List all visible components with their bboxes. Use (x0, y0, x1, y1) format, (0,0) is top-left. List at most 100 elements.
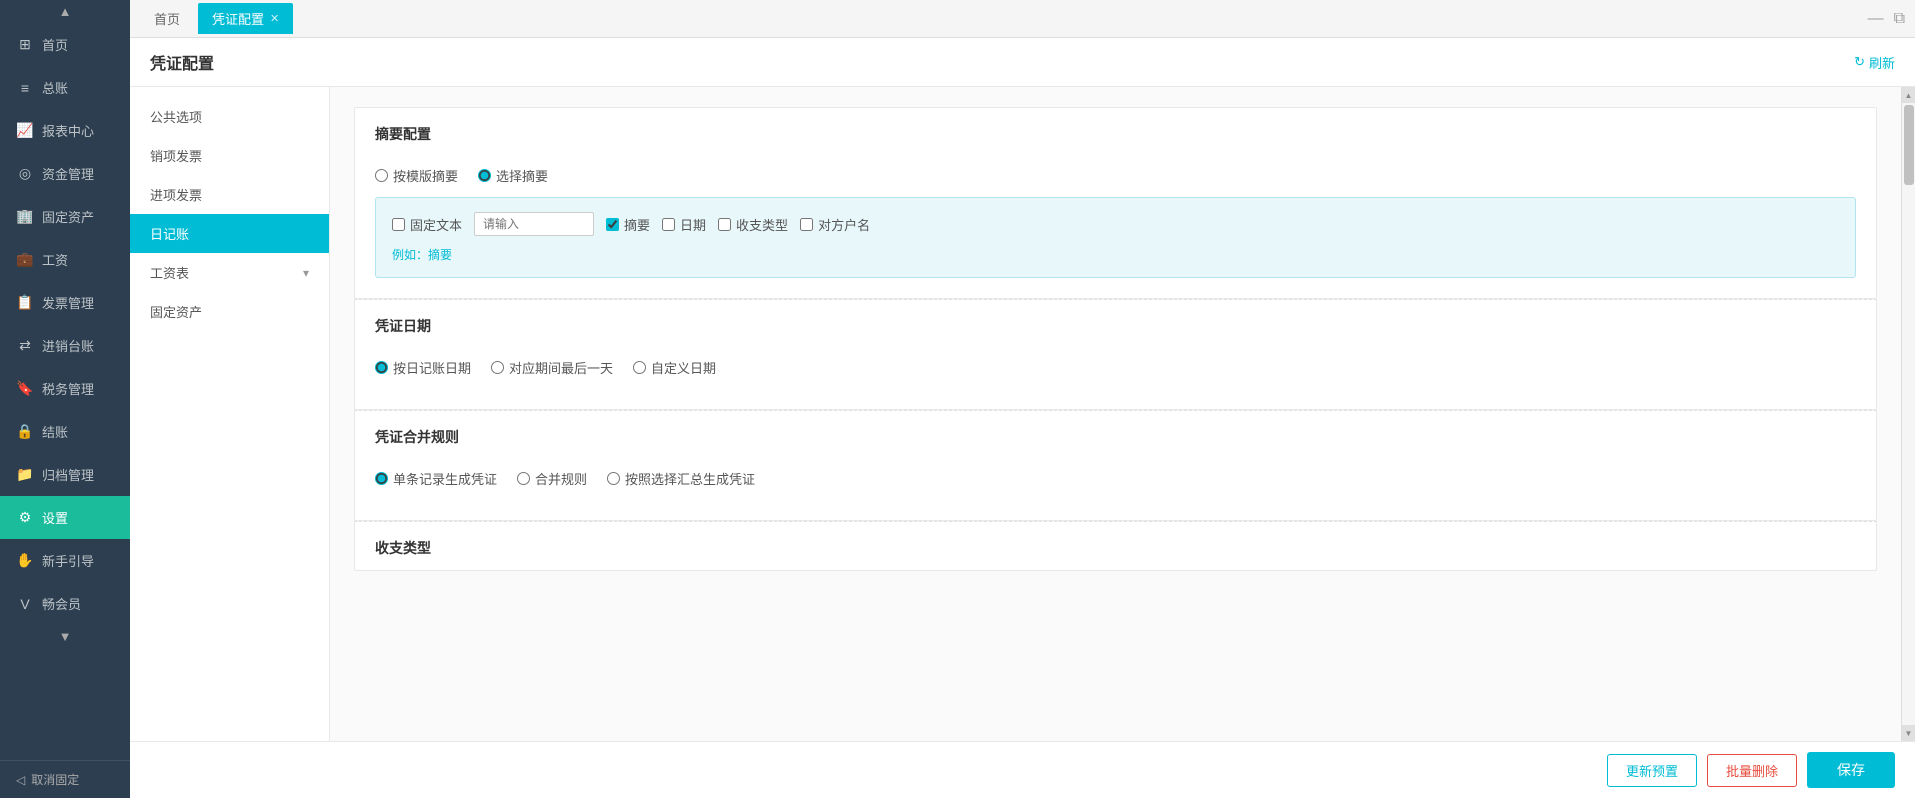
last-period-option[interactable]: 对应期间最后一天 (491, 358, 613, 377)
template-mode-option[interactable]: 按模版摘要 (375, 166, 458, 185)
sidebar-scroll-up[interactable]: ▲ (0, 0, 130, 23)
left-nav-payroll[interactable]: 工资表 ▾ (130, 253, 329, 292)
income-type-section: 收支类型 (354, 522, 1877, 571)
sidebar-item-reports[interactable]: 📈 报表中心 (0, 109, 130, 152)
select-summary-option[interactable]: 按照选择汇总生成凭证 (607, 469, 755, 488)
journal-date-option[interactable]: 按日记账日期 (375, 358, 471, 377)
assets-icon: 🏢 (16, 208, 34, 225)
abstract-mode-row: 按模版摘要 选择摘要 (375, 166, 1856, 185)
settings-icon: ⚙ (16, 509, 34, 526)
template-mode-radio[interactable] (375, 169, 388, 182)
select-mode-option[interactable]: 选择摘要 (478, 166, 548, 185)
single-record-option[interactable]: 单条记录生成凭证 (375, 469, 497, 488)
date-section: 凭证日期 按日记账日期 对应期间最后一天 自定义日期 (354, 300, 1877, 410)
scroll-down-button[interactable]: ▼ (1902, 725, 1915, 741)
abstract-section-content: 按模版摘要 选择摘要 固定文本 (355, 156, 1876, 298)
sidebar-item-guide[interactable]: ✋ 新手引导 (0, 539, 130, 582)
tab-home[interactable]: 首页 (140, 3, 194, 34)
date-section-title: 凭证日期 (355, 300, 1876, 348)
sidebar: ▲ ⊞ 首页 ≡ 总账 📈 报表中心 ◎ 资金管理 🏢 固定资产 💼 工资 📋 … (0, 0, 130, 798)
last-period-radio[interactable] (491, 361, 504, 374)
scroll-up-button[interactable]: ▲ (1902, 87, 1915, 103)
window-controls: — ⧉ (1868, 10, 1905, 28)
income-type-checkbox[interactable] (718, 218, 731, 231)
sidebar-item-home[interactable]: ⊞ 首页 (0, 23, 130, 66)
merge-section: 凭证合并规则 单条记录生成凭证 合并规则 按照选择汇总生 (354, 411, 1877, 521)
custom-date-radio[interactable] (633, 361, 646, 374)
sales-icon: ⇄ (16, 337, 34, 354)
update-preview-button[interactable]: 更新预置 (1607, 754, 1697, 787)
save-button[interactable]: 保存 (1807, 752, 1895, 788)
reports-icon: 📈 (16, 122, 34, 139)
abstract-checkbox-row: 固定文本 摘要 日期 (392, 212, 1839, 236)
batch-delete-button[interactable]: 批量删除 (1707, 754, 1797, 787)
left-nav-purchase-invoice[interactable]: 进项发票 (130, 175, 329, 214)
sidebar-item-tax[interactable]: 🔖 税务管理 (0, 367, 130, 410)
date-option[interactable]: 日期 (662, 215, 706, 234)
income-type-option[interactable]: 收支类型 (718, 215, 788, 234)
salary-icon: 💼 (16, 251, 34, 268)
abstract-option[interactable]: 摘要 (606, 215, 650, 234)
counterpart-checkbox[interactable] (800, 218, 813, 231)
left-nav-sales-invoice[interactable]: 销项发票 (130, 136, 329, 175)
sidebar-item-funds[interactable]: ◎ 资金管理 (0, 152, 130, 195)
page-header: 凭证配置 ↻ 刷新 (130, 38, 1915, 87)
merge-section-title: 凭证合并规则 (355, 411, 1876, 459)
select-summary-radio[interactable] (607, 472, 620, 485)
date-checkbox[interactable] (662, 218, 675, 231)
sidebar-unpin-button[interactable]: ◁ 取消固定 (0, 760, 130, 798)
sidebar-item-archive[interactable]: 📁 归档管理 (0, 453, 130, 496)
sidebar-item-vip[interactable]: V 畅会员 (0, 582, 130, 625)
archive-icon: 📁 (16, 466, 34, 483)
sidebar-item-settings[interactable]: ⚙ 设置 (0, 496, 130, 539)
custom-date-option[interactable]: 自定义日期 (633, 358, 716, 377)
tab-bar: 首页 凭证配置 ✕ — ⧉ (130, 0, 1915, 38)
example-text: 例如：摘要 (392, 246, 1839, 263)
left-nav-fixed-assets[interactable]: 固定资产 (130, 292, 329, 331)
tax-icon: 🔖 (16, 380, 34, 397)
page-scrollbar[interactable]: ▲ ▼ (1901, 87, 1915, 741)
date-section-content: 按日记账日期 对应期间最后一天 自定义日期 (355, 348, 1876, 409)
date-options-row: 按日记账日期 对应期间最后一天 自定义日期 (375, 358, 1856, 377)
tab-voucher-config[interactable]: 凭证配置 ✕ (198, 3, 293, 34)
abstract-section: 摘要配置 按模版摘要 选择摘要 (354, 107, 1877, 299)
select-mode-radio[interactable] (478, 169, 491, 182)
home-icon: ⊞ (16, 36, 34, 53)
left-nav-journal[interactable]: 日记账 (130, 214, 329, 253)
main-area: 首页 凭证配置 ✕ — ⧉ 凭证配置 ↻ 刷新 公共选项 销项发票 进项 (130, 0, 1915, 798)
single-record-radio[interactable] (375, 472, 388, 485)
sidebar-item-sales[interactable]: ⇄ 进销台账 (0, 324, 130, 367)
maximize-button[interactable]: ⧉ (1894, 10, 1905, 28)
fixed-text-checkbox[interactable] (392, 218, 405, 231)
fixed-text-input[interactable] (474, 212, 594, 236)
invoice-icon: 📋 (16, 294, 34, 311)
sidebar-scroll-down[interactable]: ▼ (0, 625, 130, 648)
left-nav: 公共选项 销项发票 进项发票 日记账 工资表 ▾ 固定资产 (130, 87, 330, 741)
abstract-checkbox[interactable] (606, 218, 619, 231)
journal-date-radio[interactable] (375, 361, 388, 374)
merge-section-content: 单条记录生成凭证 合并规则 按照选择汇总生成凭证 (355, 459, 1876, 520)
sidebar-item-close[interactable]: 🔒 结账 (0, 410, 130, 453)
funds-icon: ◎ (16, 165, 34, 182)
bottom-bar: 更新预置 批量删除 保存 (130, 741, 1915, 798)
left-nav-public[interactable]: 公共选项 (130, 97, 329, 136)
sidebar-item-ledger[interactable]: ≡ 总账 (0, 66, 130, 109)
scroll-thumb[interactable] (1904, 105, 1914, 185)
merge-rule-radio[interactable] (517, 472, 530, 485)
vip-icon: V (16, 596, 34, 612)
income-type-section-title: 收支类型 (355, 522, 1876, 570)
minimize-button[interactable]: — (1868, 10, 1884, 28)
page-title: 凭证配置 (150, 50, 214, 74)
counterpart-option[interactable]: 对方户名 (800, 215, 870, 234)
merge-rule-option[interactable]: 合并规则 (517, 469, 587, 488)
sidebar-item-assets[interactable]: 🏢 固定资产 (0, 195, 130, 238)
chevron-down-icon: ▾ (303, 266, 309, 280)
abstract-section-title: 摘要配置 (355, 108, 1876, 156)
refresh-button[interactable]: ↻ 刷新 (1854, 53, 1895, 72)
sidebar-item-invoice[interactable]: 📋 发票管理 (0, 281, 130, 324)
fixed-text-option[interactable]: 固定文本 (392, 215, 462, 234)
refresh-icon: ↻ (1854, 54, 1865, 70)
tab-close-button[interactable]: ✕ (270, 12, 279, 25)
sidebar-item-salary[interactable]: 💼 工资 (0, 238, 130, 281)
content-area: 公共选项 销项发票 进项发票 日记账 工资表 ▾ 固定资产 摘要配置 (130, 87, 1915, 741)
